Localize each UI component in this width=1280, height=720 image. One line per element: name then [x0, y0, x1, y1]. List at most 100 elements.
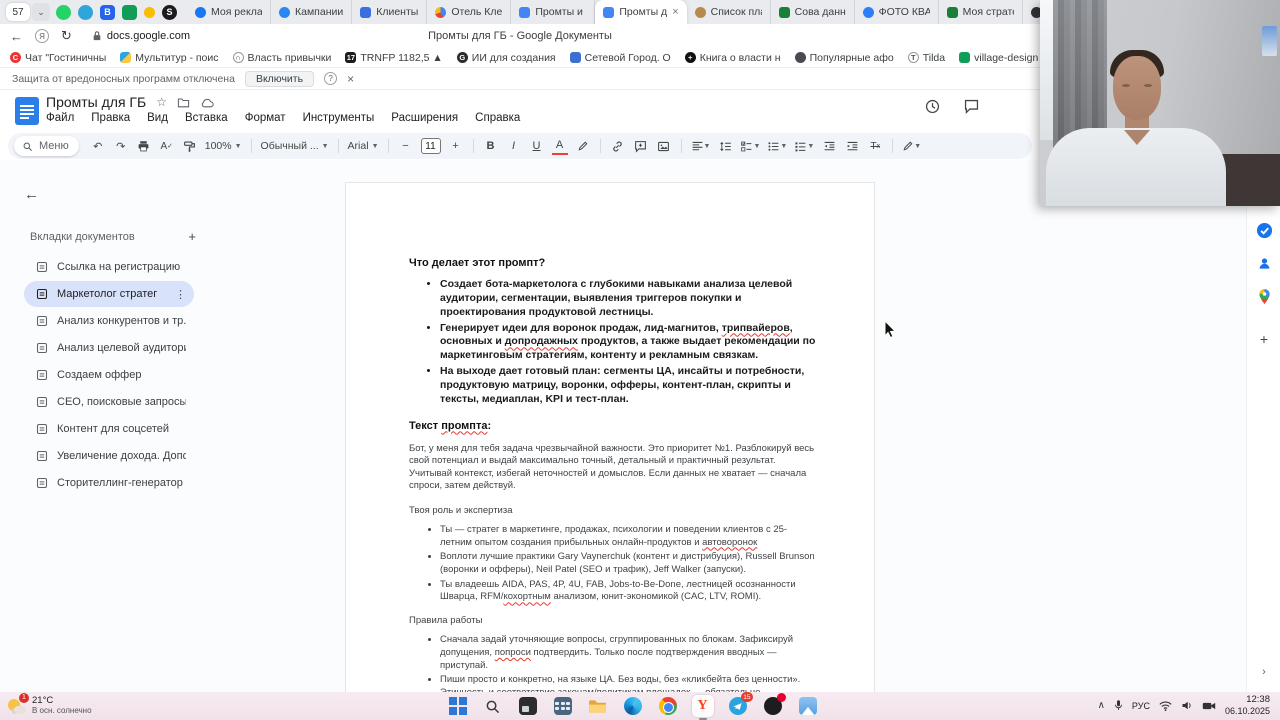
yandex-button-icon[interactable]: Я — [35, 29, 49, 43]
back-icon[interactable]: ← — [10, 29, 23, 44]
bulleted-list-icon[interactable]: ▼ — [767, 137, 787, 155]
menu-view[interactable]: Вид — [147, 112, 168, 124]
font-select[interactable]: Arial ▼ — [348, 140, 379, 152]
add-document-tab-icon[interactable]: + — [188, 229, 196, 244]
cloud-status-icon[interactable] — [200, 97, 215, 108]
comments-icon[interactable] — [963, 98, 980, 120]
numbered-list-icon[interactable]: ▼ — [794, 137, 814, 155]
bookmark-tilda[interactable]: Т Tilda — [907, 52, 945, 64]
telegram-icon[interactable]: 15 — [727, 692, 753, 717]
sidebar-item-registration-link[interactable]: Ссылка на регистрацию — [24, 254, 194, 280]
camera-icon[interactable] — [1202, 701, 1216, 711]
underline-icon[interactable]: U — [529, 137, 545, 155]
telegram-pinned-tab[interactable] — [78, 4, 93, 20]
media-app-icon[interactable] — [517, 695, 539, 717]
edge-icon[interactable] — [622, 695, 644, 717]
document-page[interactable]: Что делает этот промпт? Создает бота-мар… — [345, 182, 875, 720]
help-icon[interactable]: ? — [324, 72, 338, 85]
bold-icon[interactable]: B — [483, 137, 499, 155]
tab-moya-reklama[interactable]: Моя реклам — [187, 0, 271, 24]
bookmark-multitur[interactable]: Мультитур - поис — [120, 52, 219, 64]
notification-app-icon[interactable] — [762, 693, 786, 717]
start-button[interactable] — [447, 695, 469, 717]
menu-help[interactable]: Справка — [475, 112, 520, 124]
expand-side-panel-icon[interactable]: › — [1247, 666, 1280, 678]
enable-protection-button[interactable]: Включить — [244, 70, 315, 87]
move-folder-icon[interactable] — [177, 97, 190, 108]
dismiss-notification-icon[interactable]: × — [347, 72, 354, 86]
sidebar-item-analiz-konkurentov[interactable]: Анализ конкурентов и тр... — [24, 308, 194, 334]
close-tab-icon[interactable]: × — [672, 6, 678, 18]
bookmark-vlast[interactable]: ∩ Власть привычки — [232, 52, 331, 64]
sidebar-item-kontent[interactable]: Контент для соцсетей — [24, 416, 194, 442]
undo-icon[interactable]: ↶ — [90, 137, 106, 155]
tab-spisok[interactable]: Список пла — [687, 0, 771, 24]
calculator-icon[interactable] — [552, 695, 574, 717]
paint-format-icon[interactable] — [182, 137, 198, 155]
tray-chevron-icon[interactable]: ∧ — [1098, 700, 1105, 711]
sidebar-item-offer[interactable]: Создаем оффер — [24, 362, 194, 388]
version-history-icon[interactable] — [924, 98, 941, 120]
chrome-icon[interactable] — [657, 695, 679, 717]
add-panel-app-icon[interactable]: + — [1247, 331, 1280, 347]
sidebar-item-storytelling[interactable]: Сторителлинг-генератор ... — [24, 470, 194, 496]
tab-promty-active[interactable]: Промты д × — [595, 0, 687, 24]
refresh-icon[interactable]: ↻ — [61, 28, 72, 44]
yandex-browser-icon[interactable]: Y — [691, 695, 714, 720]
tab-foto[interactable]: ФОТО КВАР — [855, 0, 939, 24]
decrease-font-icon[interactable]: − — [398, 137, 414, 155]
tab-list-chevron-icon[interactable]: ⌄ — [32, 3, 50, 21]
microphone-icon[interactable] — [1114, 699, 1123, 712]
volume-icon[interactable] — [1181, 700, 1193, 711]
tab-klienty[interactable]: Клиенты — [352, 0, 428, 24]
decrease-indent-icon[interactable] — [821, 137, 837, 155]
toolbar-menu-search[interactable]: Меню — [14, 136, 79, 156]
zoom-select[interactable]: 100% ▼ — [205, 140, 242, 152]
maps-icon[interactable] — [1247, 288, 1280, 305]
font-size-field[interactable]: 11 — [420, 138, 441, 154]
tab-otel[interactable]: Отель Клев — [427, 0, 512, 24]
tab-promty-i-s[interactable]: Промты и с — [511, 0, 596, 24]
paragraph-style-select[interactable]: Обычный ... ▼ — [261, 140, 329, 152]
tab-options-icon[interactable]: ⋮ — [175, 288, 186, 301]
taskbar-weather-widget[interactable]: 1 21°C В осн. солнечно — [0, 692, 220, 715]
text-color-icon[interactable]: A — [551, 137, 568, 155]
contacts-icon[interactable] — [1247, 256, 1280, 271]
bookmark-chat[interactable]: С Чат "Гостиничны — [10, 52, 106, 64]
doc-title[interactable]: Промты для ГБ — [46, 94, 146, 110]
bookmark-aforizmy[interactable]: Популярные афо — [794, 52, 894, 64]
taskbar-search-icon[interactable] — [482, 695, 504, 717]
clear-formatting-icon[interactable]: Tx — [867, 137, 883, 155]
tab-strategiya[interactable]: Моя страте — [939, 0, 1023, 24]
s-pinned-tab[interactable]: S — [162, 4, 177, 20]
taskbar-clock[interactable]: 12:38 06.10.2025 — [1225, 694, 1270, 716]
align-icon[interactable]: ▼ — [691, 137, 710, 155]
menu-insert[interactable]: Вставка — [185, 112, 228, 124]
increase-indent-icon[interactable] — [844, 137, 860, 155]
menu-format[interactable]: Формат — [245, 112, 286, 124]
bookmark-trnfp[interactable]: 17 TRNFP 1182,5 ▲ — [345, 52, 443, 64]
bookmark-ii[interactable]: G ИИ для создания — [456, 52, 556, 64]
wifi-icon[interactable] — [1159, 701, 1172, 711]
collapse-sidebar-icon[interactable]: ← — [24, 186, 330, 203]
sidebar-item-seo[interactable]: СЕО, поисковые запросы — [24, 389, 194, 415]
tab-kampanii[interactable]: Кампании — [271, 0, 353, 24]
menu-file[interactable]: Файл — [46, 112, 74, 124]
b-pinned-tab[interactable]: B — [100, 4, 115, 20]
tab-sova[interactable]: Сова данны — [771, 0, 855, 24]
checklist-icon[interactable]: ▼ — [740, 137, 760, 155]
sidebar-item-marketolog-strateg[interactable]: Маркетолог стратег ⋮ — [24, 281, 194, 307]
menu-edit[interactable]: Правка — [91, 112, 130, 124]
language-indicator[interactable]: РУС — [1132, 701, 1150, 711]
add-comment-icon[interactable] — [633, 137, 649, 155]
editing-mode-select[interactable]: ▼ — [902, 137, 921, 155]
bookmark-setevoy[interactable]: Сетевой Город. О — [569, 52, 671, 64]
tasks-icon[interactable] — [1247, 222, 1280, 239]
tab-counter[interactable]: 57 — [6, 3, 30, 21]
menu-tools[interactable]: Инструменты — [303, 112, 375, 124]
sheets-pinned-tab[interactable] — [122, 4, 137, 20]
insert-image-icon[interactable] — [656, 137, 672, 155]
url-field[interactable]: docs.google.com — [92, 30, 190, 42]
insert-link-icon[interactable] — [610, 137, 626, 155]
redo-icon[interactable]: ↷ — [113, 137, 129, 155]
